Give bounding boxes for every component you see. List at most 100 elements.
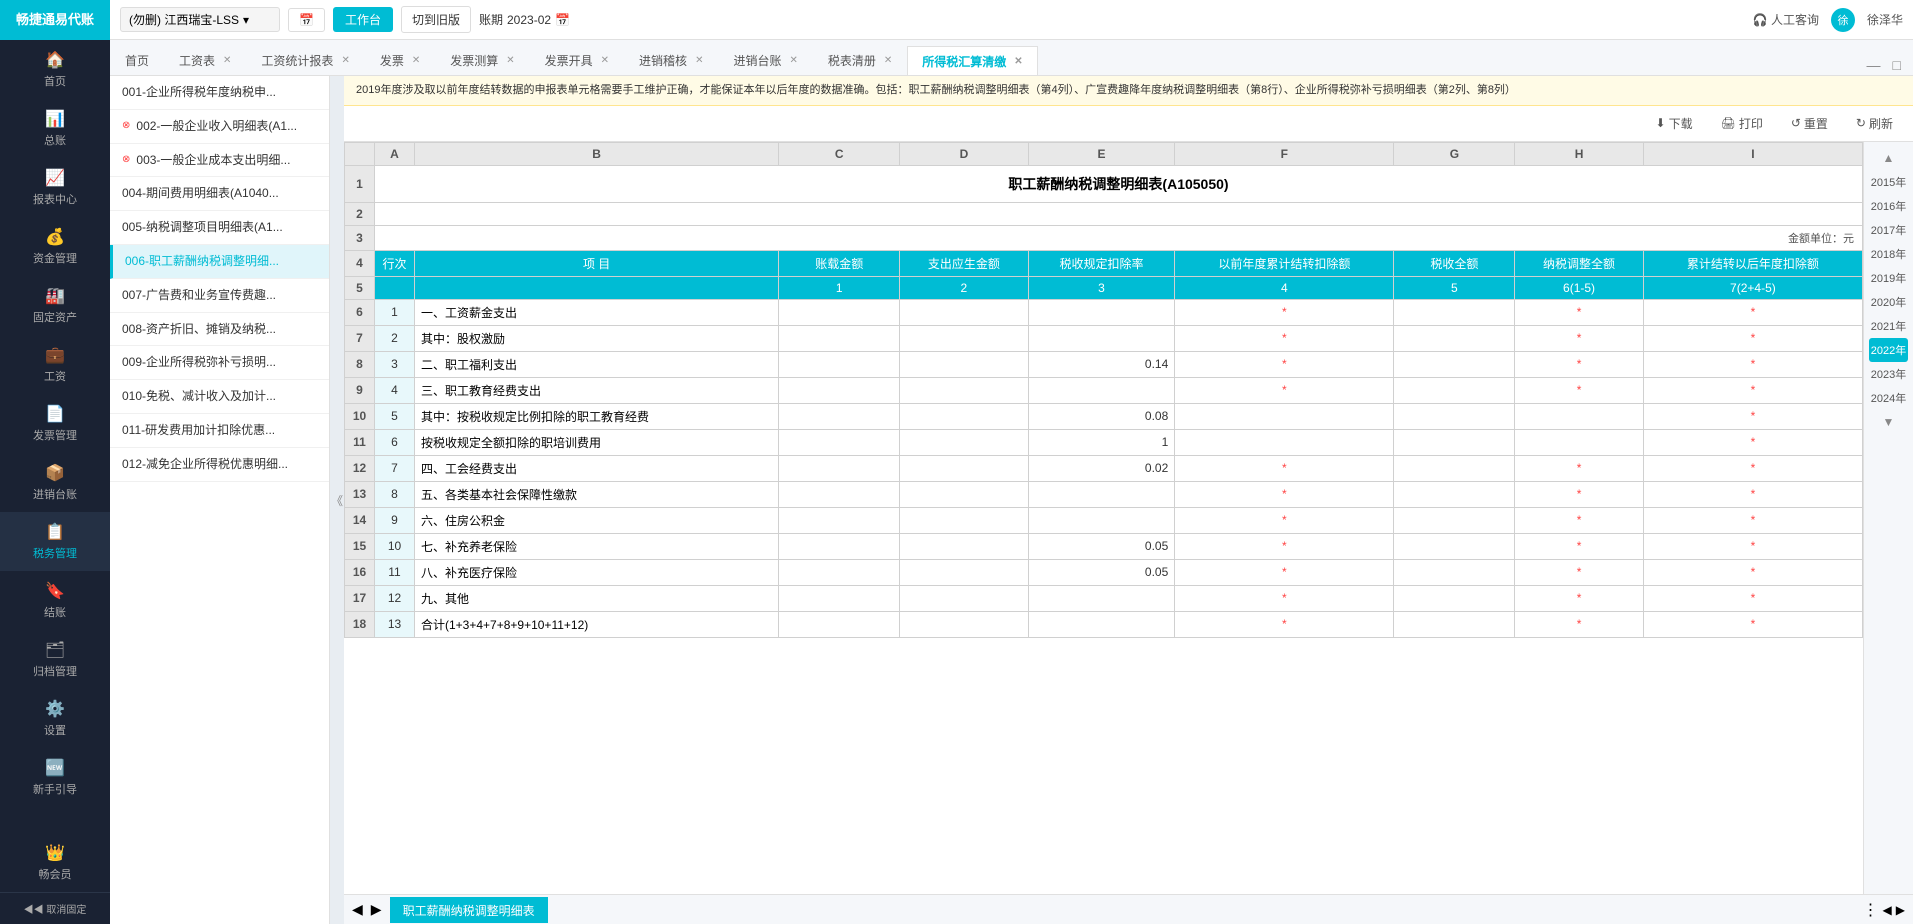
form-list-item-002[interactable]: ⊗ 002-一般企业收入明细表(A1...	[110, 110, 329, 144]
tab-purchase-verify-close[interactable]: ✕	[695, 55, 703, 66]
form-list-item-009[interactable]: 009-企业所得税弥补亏损明...	[110, 346, 329, 380]
calendar-btn[interactable]: 📅	[288, 8, 325, 32]
tab-minimize-btn[interactable]: —	[1863, 55, 1885, 75]
table-row[interactable]: 10 5 其中：按税收规定比例扣除的职工教育经费 0.08 *	[345, 403, 1863, 429]
c2-4[interactable]	[900, 403, 1028, 429]
switch-old-btn[interactable]: 切到旧版	[401, 6, 471, 33]
form-list-item-005[interactable]: 005-纳税调整项目明细表(A1...	[110, 211, 329, 245]
c3-8[interactable]	[1028, 507, 1175, 533]
c5-0[interactable]	[1394, 299, 1515, 325]
c1-2[interactable]	[779, 351, 900, 377]
tab-purchase-ledger-close[interactable]: ✕	[789, 55, 797, 66]
print-btn[interactable]: 🖨 打印	[1713, 112, 1771, 135]
tab-invoice-open-close[interactable]: ✕	[601, 55, 609, 66]
c3-11[interactable]	[1028, 585, 1175, 611]
c5-6[interactable]	[1394, 455, 1515, 481]
table-row[interactable]: 9 4 三、职工教育经费支出 * * *	[345, 377, 1863, 403]
form-list-item-012[interactable]: 012-减免企业所得税优惠明细...	[110, 448, 329, 482]
c1-1[interactable]	[779, 325, 900, 351]
tab-home[interactable]: 首页	[110, 45, 164, 75]
tab-invoice-calc-close[interactable]: ✕	[506, 55, 514, 66]
sidebar-item-fixed[interactable]: 🏭 固定资产	[0, 276, 110, 335]
tab-purchase-ledger[interactable]: 进销台账 ✕	[718, 45, 812, 75]
reset-btn[interactable]: ↺ 重置	[1783, 112, 1836, 135]
collapse-handle[interactable]: 《	[330, 76, 344, 924]
c1-9[interactable]	[779, 533, 900, 559]
form-list-item-011[interactable]: 011-研发费用加计扣除优惠...	[110, 414, 329, 448]
sidebar-item-member[interactable]: 👑 畅会员	[0, 833, 110, 892]
form-list-item-004[interactable]: 004-期间费用明细表(A1040...	[110, 177, 329, 211]
form-list-item-001[interactable]: 001-企业所得税年度纳税申...	[110, 76, 329, 110]
year-nav-item-2022年[interactable]: 2022年	[1869, 338, 1908, 362]
c1-3[interactable]	[779, 377, 900, 403]
bottom-more-icon[interactable]: ⋮	[1863, 900, 1879, 920]
tab-payroll-stat-close[interactable]: ✕	[341, 55, 349, 66]
c3-9[interactable]: 0.05	[1028, 533, 1175, 559]
year-nav-item-2015年[interactable]: 2015年	[1869, 170, 1908, 194]
year-nav-item-2020年[interactable]: 2020年	[1869, 290, 1908, 314]
tab-invoice[interactable]: 发票 ✕	[365, 45, 435, 75]
sidebar-item-invoice[interactable]: 📄 发票管理	[0, 394, 110, 453]
sidebar-item-tax[interactable]: 📋 税务管理	[0, 512, 110, 571]
workspace-btn[interactable]: 工作台	[333, 7, 393, 32]
tab-invoice-close[interactable]: ✕	[412, 55, 420, 66]
refresh-btn[interactable]: ↻ 刷新	[1848, 112, 1901, 135]
c3-6[interactable]: 0.02	[1028, 455, 1175, 481]
tab-payroll[interactable]: 工资表 ✕	[164, 45, 246, 75]
c5-10[interactable]	[1394, 559, 1515, 585]
c3-12[interactable]	[1028, 611, 1175, 637]
c3-5[interactable]: 1	[1028, 429, 1175, 455]
table-row[interactable]: 12 7 四、工会经费支出 0.02 * * *	[345, 455, 1863, 481]
c1-5[interactable]	[779, 429, 900, 455]
sidebar-item-settle[interactable]: 🔖 结账	[0, 571, 110, 630]
table-row[interactable]: 6 1 一、工资薪金支出 * * *	[345, 299, 1863, 325]
tab-payroll-stat[interactable]: 工资统计报表 ✕	[246, 45, 364, 75]
c3-10[interactable]: 0.05	[1028, 559, 1175, 585]
c5-12[interactable]	[1394, 611, 1515, 637]
year-nav-down[interactable]: ▼	[1871, 410, 1907, 434]
c1-8[interactable]	[779, 507, 900, 533]
c5-2[interactable]	[1394, 351, 1515, 377]
c1-10[interactable]	[779, 559, 900, 585]
tab-payroll-close[interactable]: ✕	[223, 55, 231, 66]
c2-6[interactable]	[900, 455, 1028, 481]
table-row[interactable]: 17 12 九、其他 * * *	[345, 585, 1863, 611]
sidebar-item-home[interactable]: 🏠 首页	[0, 40, 110, 99]
c2-11[interactable]	[900, 585, 1028, 611]
sidebar-item-settings[interactable]: ⚙️ 设置	[0, 689, 110, 748]
tab-invoice-open[interactable]: 发票开具 ✕	[530, 45, 624, 75]
support-btn[interactable]: 🎧 人工客询	[1753, 11, 1819, 28]
c5-5[interactable]	[1394, 429, 1515, 455]
c5-1[interactable]	[1394, 325, 1515, 351]
form-list-item-003[interactable]: ⊗ 003-一般企业成本支出明细...	[110, 144, 329, 178]
c3-4[interactable]: 0.08	[1028, 403, 1175, 429]
cancel-fixed-btn[interactable]: ◀◀ 取消固定	[0, 892, 110, 924]
year-nav-item-2023年[interactable]: 2023年	[1869, 362, 1908, 386]
table-row[interactable]: 11 6 按税收规定全额扣除的职培训费用 1 *	[345, 429, 1863, 455]
sidebar-item-assets[interactable]: 💰 资金管理	[0, 217, 110, 276]
c1-0[interactable]	[779, 299, 900, 325]
c1-12[interactable]	[779, 611, 900, 637]
table-row[interactable]: 8 3 二、职工福利支出 0.14 * * *	[345, 351, 1863, 377]
table-row[interactable]: 7 2 其中：股权激励 * * *	[345, 325, 1863, 351]
sidebar-item-newguide[interactable]: 🆕 新手引导	[0, 748, 110, 807]
c3-3[interactable]	[1028, 377, 1175, 403]
sidebar-item-report[interactable]: 📈 报表中心	[0, 158, 110, 217]
sidebar-item-ledger[interactable]: 📊 总账	[0, 99, 110, 158]
year-nav-item-2016年[interactable]: 2016年	[1869, 194, 1908, 218]
sidebar-item-purchase[interactable]: 📦 进销台账	[0, 453, 110, 512]
year-nav-item-2024年[interactable]: 2024年	[1869, 386, 1908, 410]
c1-4[interactable]	[779, 403, 900, 429]
form-list-item-006[interactable]: 006-职工薪酬纳税调整明细...	[110, 245, 329, 279]
year-nav-item-2018年[interactable]: 2018年	[1869, 242, 1908, 266]
c5-7[interactable]	[1394, 481, 1515, 507]
sidebar-item-salary[interactable]: 💼 工资	[0, 335, 110, 394]
c5-8[interactable]	[1394, 507, 1515, 533]
form-list-item-007[interactable]: 007-广告费和业务宣传费趣...	[110, 279, 329, 313]
c2-0[interactable]	[900, 299, 1028, 325]
c3-1[interactable]	[1028, 325, 1175, 351]
tab-income-tax-close[interactable]: ✕	[1014, 56, 1022, 67]
c1-7[interactable]	[779, 481, 900, 507]
c1-6[interactable]	[779, 455, 900, 481]
c2-12[interactable]	[900, 611, 1028, 637]
